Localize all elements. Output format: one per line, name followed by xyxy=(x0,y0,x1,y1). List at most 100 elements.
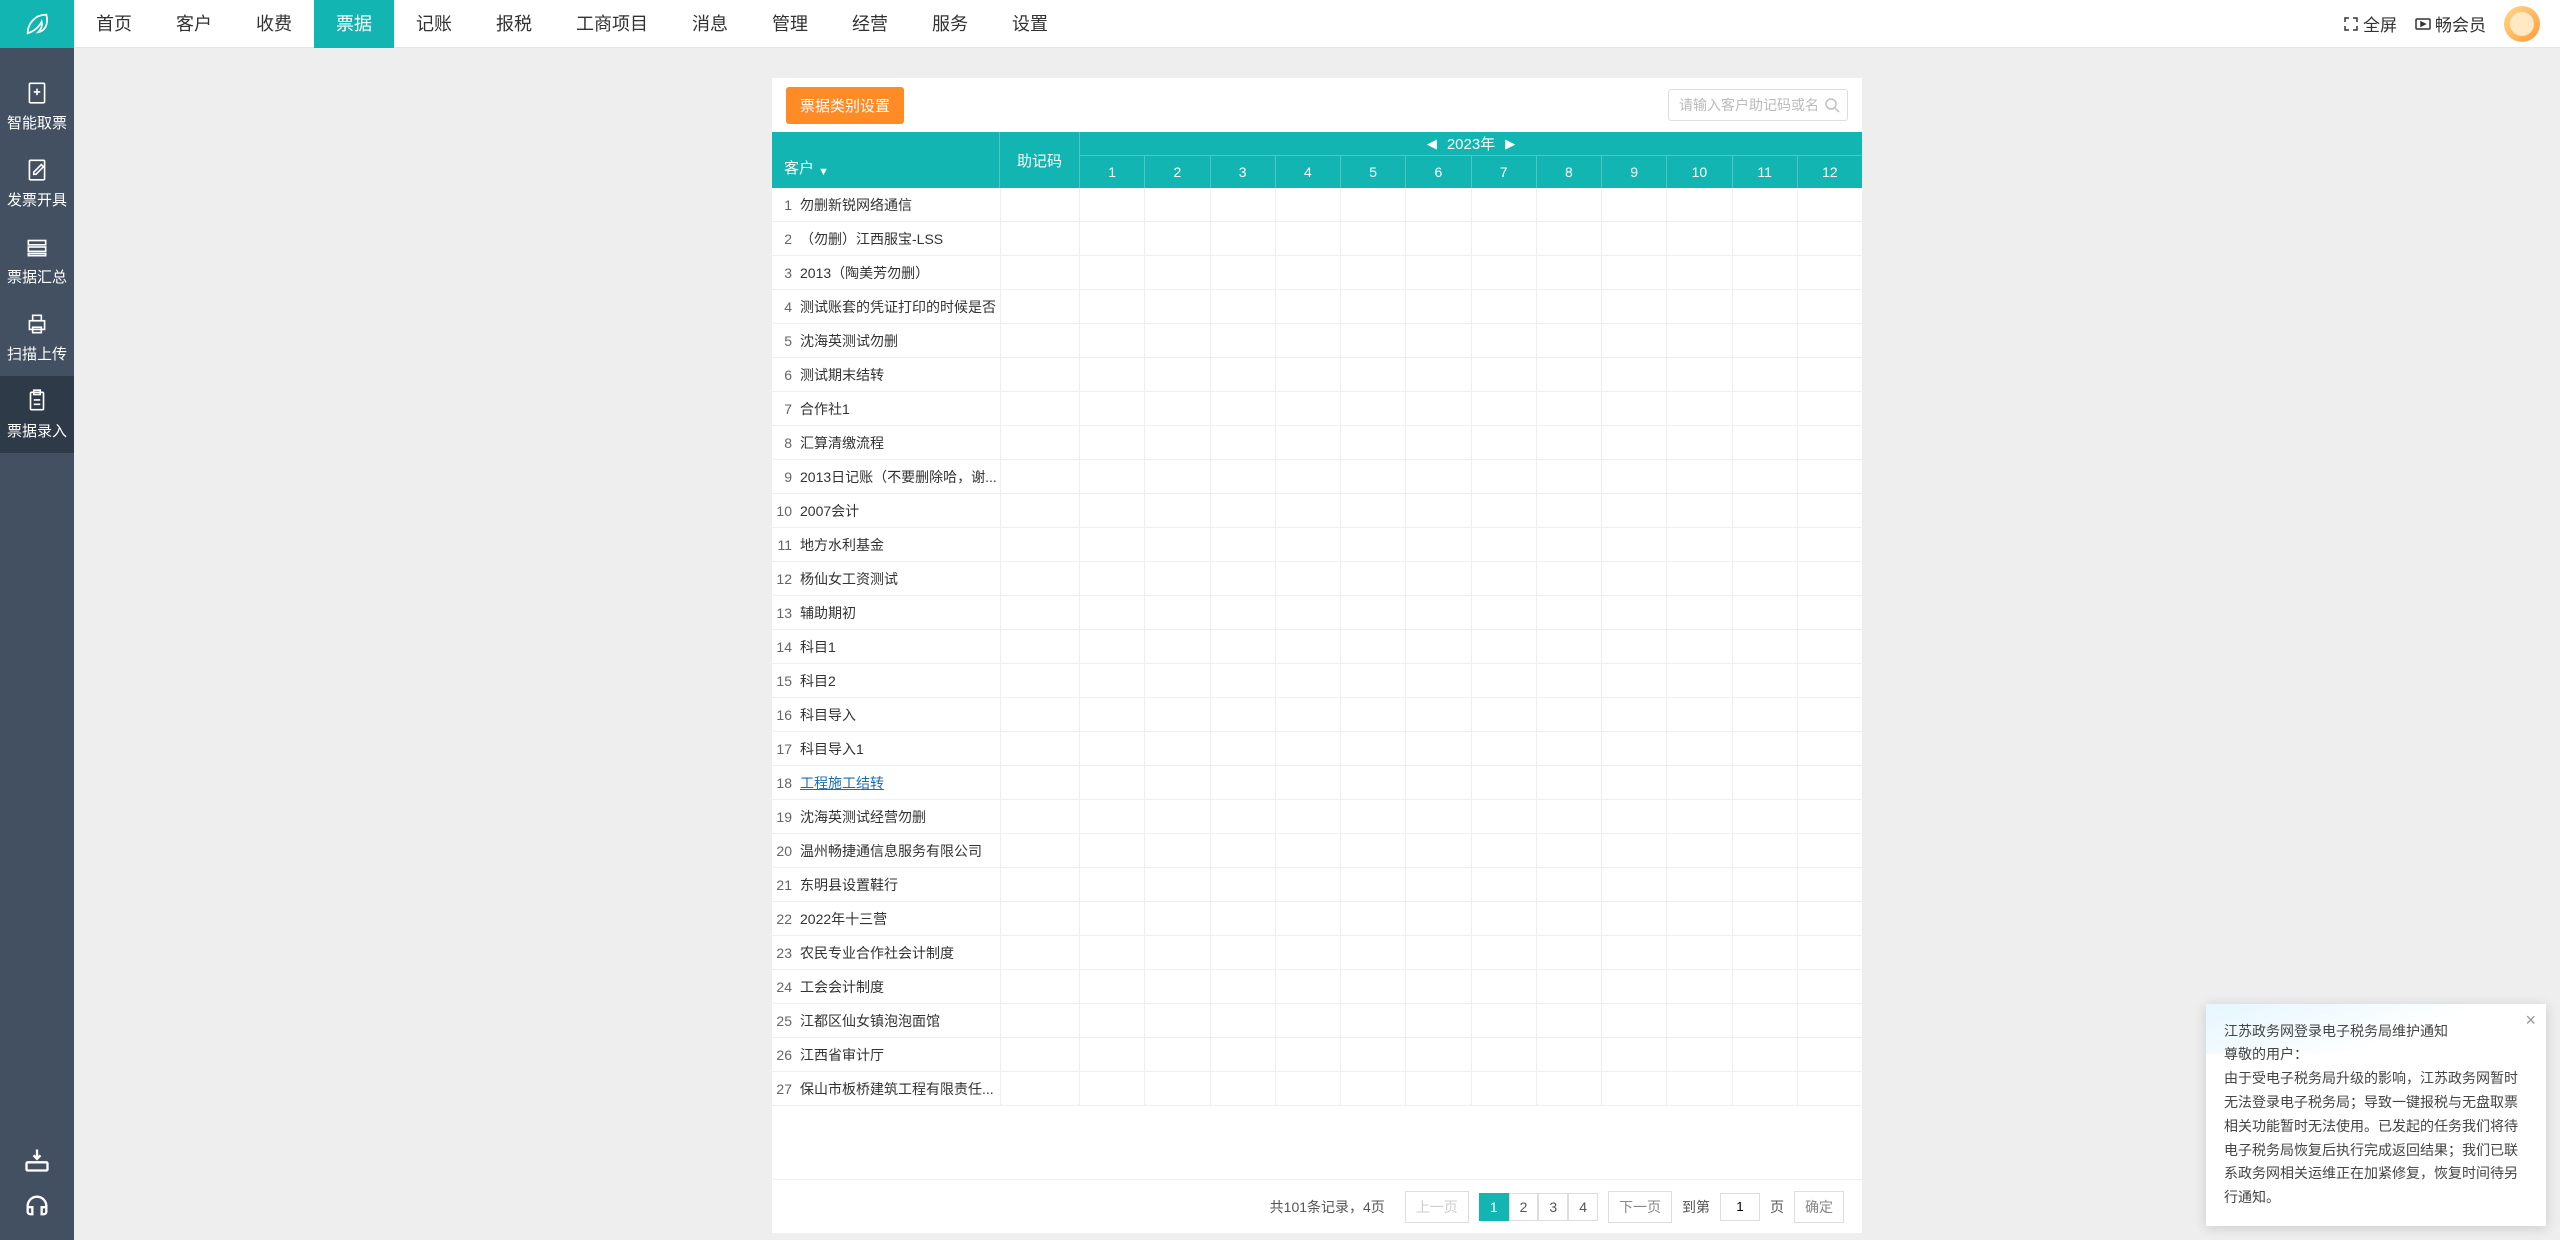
row-month-cell[interactable] xyxy=(1667,528,1732,561)
row-month-cell[interactable] xyxy=(1602,290,1667,323)
row-month-cell[interactable] xyxy=(1733,902,1798,935)
row-month-cell[interactable] xyxy=(1602,188,1667,221)
row-month-cell[interactable] xyxy=(1798,766,1862,799)
row-month-cell[interactable] xyxy=(1341,834,1406,867)
row-month-cell[interactable] xyxy=(1798,290,1862,323)
row-month-cell[interactable] xyxy=(1667,766,1732,799)
row-month-cell[interactable] xyxy=(1080,902,1145,935)
row-month-cell[interactable] xyxy=(1733,664,1798,697)
row-month-cell[interactable] xyxy=(1145,188,1210,221)
row-month-cell[interactable] xyxy=(1733,324,1798,357)
row-month-cell[interactable] xyxy=(1667,392,1732,425)
row-month-cell[interactable] xyxy=(1145,256,1210,289)
row-month-cell[interactable] xyxy=(1537,630,1602,663)
table-row[interactable]: 2（勿删）江西服宝-LSS xyxy=(772,222,1862,256)
row-month-cell[interactable] xyxy=(1145,324,1210,357)
row-month-cell[interactable] xyxy=(1406,936,1471,969)
row-month-cell[interactable] xyxy=(1798,358,1862,391)
row-month-cell[interactable] xyxy=(1211,834,1276,867)
row-month-cell[interactable] xyxy=(1472,596,1537,629)
row-month-cell[interactable] xyxy=(1341,596,1406,629)
row-month-cell[interactable] xyxy=(1080,1038,1145,1071)
row-month-cell[interactable] xyxy=(1733,834,1798,867)
row-month-cell[interactable] xyxy=(1798,732,1862,765)
row-month-cell[interactable] xyxy=(1602,528,1667,561)
month-col-8[interactable]: 8 xyxy=(1537,156,1602,188)
row-month-cell[interactable] xyxy=(1341,936,1406,969)
row-month-cell[interactable] xyxy=(1602,936,1667,969)
row-month-cell[interactable] xyxy=(1798,868,1862,901)
table-row[interactable]: 5沈海英测试勿删 xyxy=(772,324,1862,358)
page-goto-confirm[interactable]: 确定 xyxy=(1794,1191,1844,1223)
row-month-cell[interactable] xyxy=(1472,664,1537,697)
row-month-cell[interactable] xyxy=(1733,222,1798,255)
row-month-cell[interactable] xyxy=(1472,834,1537,867)
row-month-cell[interactable] xyxy=(1798,460,1862,493)
row-month-cell[interactable] xyxy=(1211,936,1276,969)
row-month-cell[interactable] xyxy=(1406,800,1471,833)
page-number-1[interactable]: 1 xyxy=(1479,1193,1509,1221)
row-month-cell[interactable] xyxy=(1602,460,1667,493)
row-month-cell[interactable] xyxy=(1602,596,1667,629)
row-month-cell[interactable] xyxy=(1145,698,1210,731)
table-row[interactable]: 14科目1 xyxy=(772,630,1862,664)
table-row[interactable]: 7合作社1 xyxy=(772,392,1862,426)
nav-客户[interactable]: 客户 xyxy=(154,0,234,48)
row-month-cell[interactable] xyxy=(1667,664,1732,697)
month-col-2[interactable]: 2 xyxy=(1145,156,1210,188)
month-col-1[interactable]: 1 xyxy=(1080,156,1145,188)
row-month-cell[interactable] xyxy=(1472,494,1537,527)
row-month-cell[interactable] xyxy=(1341,358,1406,391)
page-prev-button[interactable]: 上一页 xyxy=(1405,1191,1469,1223)
row-month-cell[interactable] xyxy=(1080,392,1145,425)
row-month-cell[interactable] xyxy=(1211,256,1276,289)
row-month-cell[interactable] xyxy=(1406,324,1471,357)
row-month-cell[interactable] xyxy=(1537,766,1602,799)
member-button[interactable]: 畅会员 xyxy=(2415,11,2486,36)
row-month-cell[interactable] xyxy=(1276,868,1341,901)
month-col-9[interactable]: 9 xyxy=(1602,156,1667,188)
app-logo[interactable] xyxy=(0,0,74,48)
row-month-cell[interactable] xyxy=(1406,902,1471,935)
row-month-cell[interactable] xyxy=(1341,188,1406,221)
row-month-cell[interactable] xyxy=(1537,222,1602,255)
row-month-cell[interactable] xyxy=(1080,698,1145,731)
row-month-cell[interactable] xyxy=(1276,902,1341,935)
row-month-cell[interactable] xyxy=(1537,290,1602,323)
row-month-cell[interactable] xyxy=(1537,936,1602,969)
row-month-cell[interactable] xyxy=(1798,664,1862,697)
fullscreen-button[interactable]: 全屏 xyxy=(2343,11,2397,36)
row-month-cell[interactable] xyxy=(1406,698,1471,731)
row-month-cell[interactable] xyxy=(1733,188,1798,221)
row-month-cell[interactable] xyxy=(1798,800,1862,833)
row-month-cell[interactable] xyxy=(1602,1038,1667,1071)
row-month-cell[interactable] xyxy=(1733,528,1798,561)
row-month-cell[interactable] xyxy=(1080,494,1145,527)
sidebar-item-票据汇总[interactable]: 票据汇总 xyxy=(0,222,74,299)
sidebar-item-智能取票[interactable]: 智能取票 xyxy=(0,68,74,145)
row-month-cell[interactable] xyxy=(1472,256,1537,289)
row-month-cell[interactable] xyxy=(1406,562,1471,595)
row-month-cell[interactable] xyxy=(1602,630,1667,663)
row-month-cell[interactable] xyxy=(1276,698,1341,731)
row-month-cell[interactable] xyxy=(1667,834,1732,867)
row-month-cell[interactable] xyxy=(1406,834,1471,867)
row-month-cell[interactable] xyxy=(1080,630,1145,663)
row-month-cell[interactable] xyxy=(1145,460,1210,493)
row-month-cell[interactable] xyxy=(1798,222,1862,255)
row-month-cell[interactable] xyxy=(1080,800,1145,833)
row-month-cell[interactable] xyxy=(1211,698,1276,731)
row-month-cell[interactable] xyxy=(1276,664,1341,697)
row-month-cell[interactable] xyxy=(1080,596,1145,629)
row-month-cell[interactable] xyxy=(1211,800,1276,833)
row-month-cell[interactable] xyxy=(1602,868,1667,901)
row-month-cell[interactable] xyxy=(1667,1072,1732,1105)
row-month-cell[interactable] xyxy=(1341,528,1406,561)
row-month-cell[interactable] xyxy=(1145,1072,1210,1105)
row-month-cell[interactable] xyxy=(1406,732,1471,765)
row-month-cell[interactable] xyxy=(1602,800,1667,833)
row-month-cell[interactable] xyxy=(1537,324,1602,357)
row-month-cell[interactable] xyxy=(1667,494,1732,527)
year-next-button[interactable]: ▶ xyxy=(1505,136,1515,152)
row-month-cell[interactable] xyxy=(1667,970,1732,1003)
